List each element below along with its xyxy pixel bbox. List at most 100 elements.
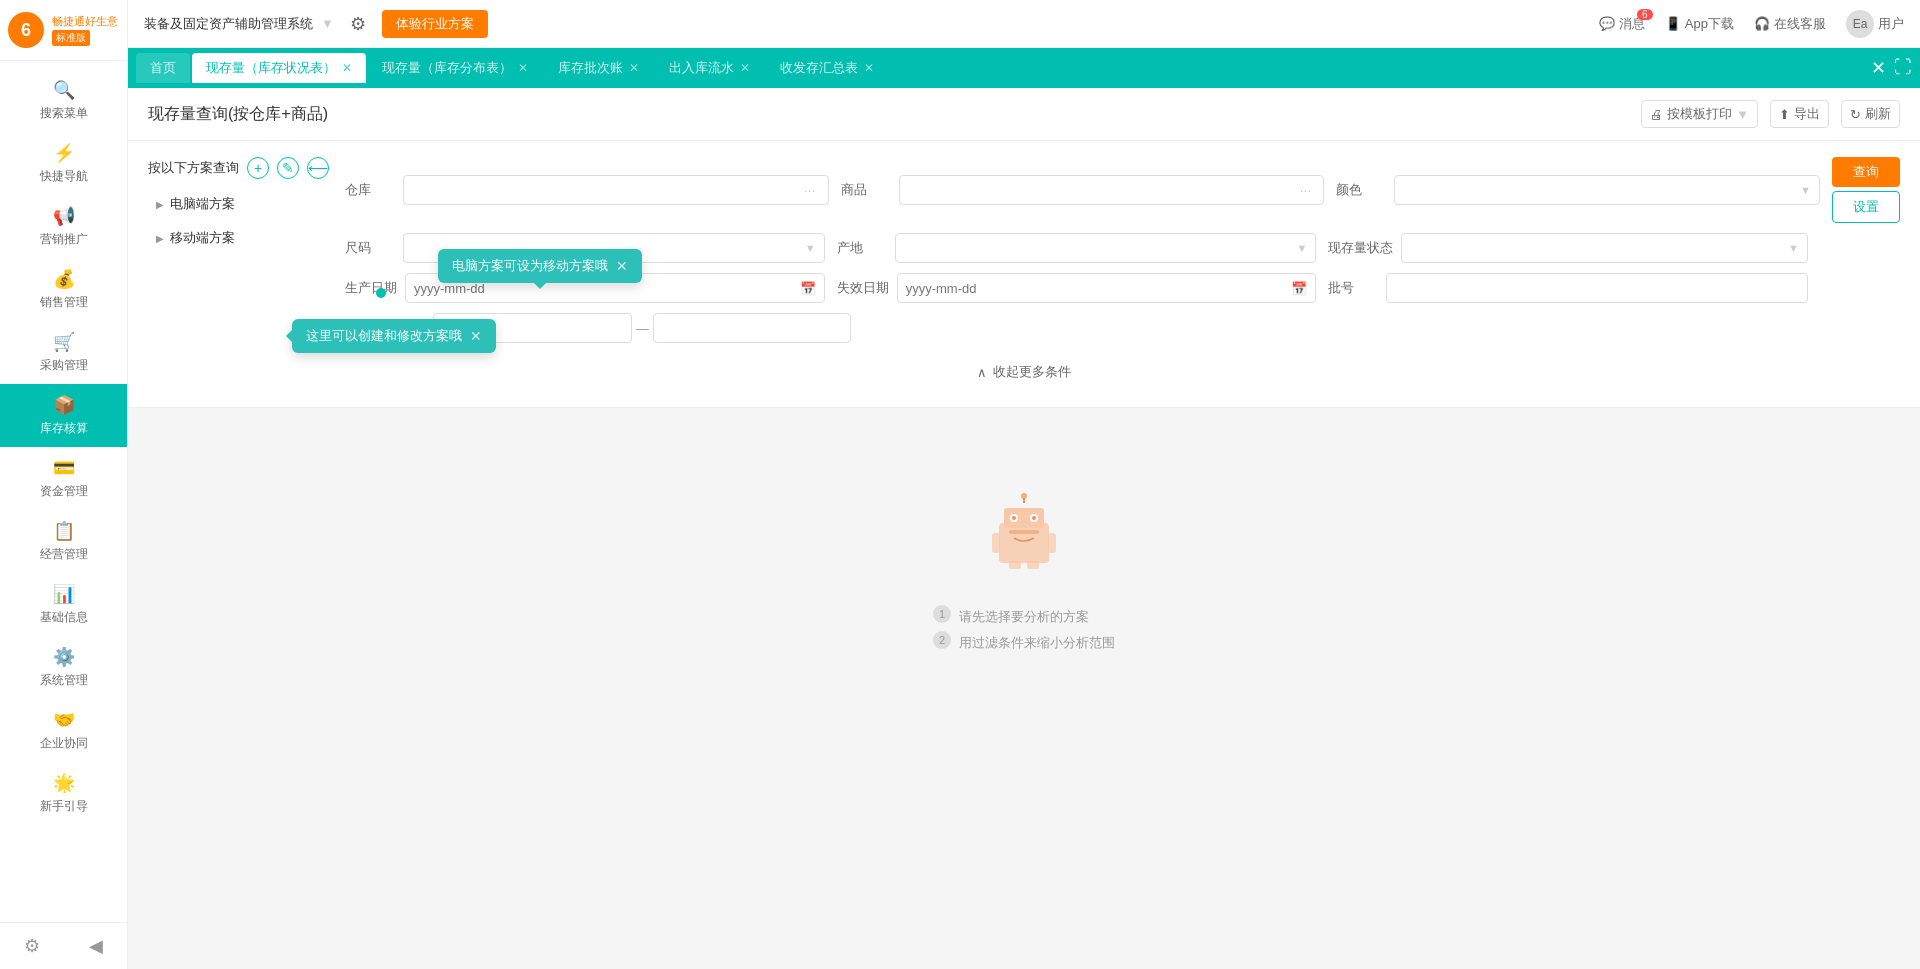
sidebar-item-purchase[interactable]: 🛒 采购管理 (0, 321, 127, 384)
avatar: Ea (1846, 10, 1874, 38)
warehouse-dots[interactable]: ··· (800, 182, 820, 198)
tooltip-edit-scheme: 这里可以创建和修改方案哦 ✕ (292, 319, 496, 353)
tabbar-actions: ✕ ⛶ (1871, 57, 1912, 79)
stock-max-input[interactable] (662, 321, 843, 336)
sidebar-item-marketing[interactable]: 📢 营销推广 (0, 195, 127, 258)
tab-close-batch-ledger[interactable]: ✕ (629, 61, 639, 75)
svg-point-8 (1021, 493, 1027, 499)
batch-field[interactable] (1386, 273, 1808, 303)
svg-rect-10 (1048, 533, 1056, 553)
sidebar-item-sales[interactable]: 💰 销售管理 (0, 258, 127, 321)
desktop-scheme-toggle[interactable]: ▶ 电脑端方案 (148, 191, 329, 217)
message-btn[interactable]: 💬 消息 6 (1599, 15, 1645, 33)
svg-rect-12 (1027, 561, 1039, 569)
sidebar-bottom: ⚙ ◀ (0, 922, 127, 969)
search-icon: 🔍 (53, 79, 75, 101)
industry-btn[interactable]: 体验行业方案 (382, 10, 488, 38)
message-icon: 💬 (1599, 16, 1615, 31)
chevron-right-icon: ▶ (156, 199, 164, 210)
tab-inventory-status[interactable]: 现存量（库存状况表） ✕ (192, 53, 366, 83)
color-select[interactable]: ▼ (1394, 175, 1820, 205)
edit-scheme-btn[interactable]: ✎ (277, 157, 299, 179)
mobile-scheme-toggle[interactable]: ▶ 移动端方案 (148, 225, 329, 251)
sidebar-item-inventory[interactable]: 📦 库存核算 (0, 384, 127, 447)
sidebar: 6 畅捷通好生意 标准版 🔍 搜索菜单 ⚡ 快捷导航 📢 营销推广 💰 销售管理… (0, 0, 128, 969)
sidebar-logo: 6 畅捷通好生意 标准版 (0, 0, 127, 61)
calendar-icon[interactable]: 📅 (800, 281, 816, 296)
tab-close-inventory-dist[interactable]: ✕ (518, 61, 528, 75)
desktop-schemes: ▶ 电脑端方案 (148, 191, 329, 217)
export-btn[interactable]: ⬆ 导出 (1770, 100, 1829, 128)
svg-point-5 (1032, 516, 1036, 520)
quicknav-icon: ⚡ (53, 142, 75, 164)
tab-home[interactable]: 首页 (136, 53, 190, 83)
tab-close-inventory-status[interactable]: ✕ (342, 61, 352, 75)
tab-inout-flow[interactable]: 出入库流水 ✕ (655, 53, 764, 83)
search-buttons: 查询 设置 (1832, 157, 1900, 223)
fullscreen-btn[interactable]: ⛶ (1894, 57, 1912, 79)
operations-icon: 📋 (53, 520, 75, 542)
calendar-icon2[interactable]: 📅 (1291, 281, 1307, 296)
sidebar-item-finance[interactable]: 💳 资金管理 (0, 447, 127, 510)
origin-select[interactable]: ▼ (895, 233, 1317, 263)
switch-scheme-btn[interactable]: ⟵ (307, 157, 329, 179)
close-all-tabs-btn[interactable]: ✕ (1871, 57, 1886, 79)
online-support-btn[interactable]: 🎧 在线客服 (1754, 15, 1826, 33)
goods-select[interactable]: ··· (899, 175, 1325, 205)
system-name[interactable]: 装备及固定资产辅助管理系统 ▼ (144, 15, 334, 33)
logo-text: 畅捷通好生意 标准版 (52, 14, 118, 46)
size-chevron-icon: ▼ (805, 242, 816, 254)
add-scheme-btn[interactable]: + (247, 157, 269, 179)
goods-dots[interactable]: ··· (1296, 182, 1316, 198)
collapse-button[interactable]: ◀ (89, 935, 103, 957)
tab-close-receive-summary[interactable]: ✕ (864, 61, 874, 75)
settings-icon[interactable]: ⚙ (350, 13, 366, 35)
tab-receive-summary[interactable]: 收发存汇总表 ✕ (766, 53, 888, 83)
svg-rect-6 (1009, 530, 1039, 534)
empty-step1: 1 请先选择要分析的方案 (933, 604, 1115, 630)
sidebar-item-enterprise[interactable]: 🤝 企业协同 (0, 699, 127, 762)
reset-btn[interactable]: 设置 (1832, 191, 1900, 223)
sidebar-item-search[interactable]: 🔍 搜索菜单 (0, 69, 127, 132)
dropdown-icon: ▼ (321, 16, 334, 31)
stock-status-select[interactable]: ▼ (1401, 233, 1808, 263)
filter-area: 按以下方案查询 + ✎ ⟵ ▶ 电脑端方案 (128, 141, 1920, 408)
collapse-more-btn[interactable]: ∧ 收起更多条件 (148, 353, 1900, 391)
stock-max-field[interactable] (653, 313, 852, 343)
filter-color: 颜色 ▼ (1336, 175, 1820, 205)
sidebar-item-operations[interactable]: 📋 经营管理 (0, 510, 127, 573)
tab-inventory-dist[interactable]: 现存量（库存分布表） ✕ (368, 53, 542, 83)
user-btn[interactable]: Ea 用户 (1846, 10, 1904, 38)
origin-chevron-icon: ▼ (1296, 242, 1307, 254)
print-btn[interactable]: 🖨 按模板打印 ▼ (1641, 100, 1758, 128)
svg-rect-9 (992, 533, 1000, 553)
warehouse-select[interactable]: ··· (403, 175, 829, 205)
sidebar-nav: 🔍 搜索菜单 ⚡ 快捷导航 📢 营销推广 💰 销售管理 🛒 采购管理 📦 库存核… (0, 61, 127, 922)
expire-date-input[interactable] (906, 281, 1288, 296)
empty-step2: 2 用过滤条件来缩小分析范围 (933, 630, 1115, 656)
print-icon: 🖨 (1650, 107, 1663, 122)
purchase-icon: 🛒 (53, 331, 75, 353)
sidebar-item-basic[interactable]: 📊 基础信息 (0, 573, 127, 636)
svg-point-4 (1012, 516, 1016, 520)
expire-date-field[interactable]: 📅 (897, 273, 1317, 303)
batch-input[interactable] (1395, 281, 1799, 296)
sidebar-item-guide[interactable]: 🌟 新手引导 (0, 762, 127, 825)
settings-button[interactable]: ⚙ (24, 935, 40, 957)
print-dropdown-icon: ▼ (1736, 107, 1749, 122)
tooltip-close-btn[interactable]: ✕ (616, 258, 628, 274)
filter-warehouse: 仓库 ··· (345, 175, 829, 205)
finance-icon: 💳 (53, 457, 75, 479)
sidebar-item-quicknav[interactable]: ⚡ 快捷导航 (0, 132, 127, 195)
svg-rect-11 (1009, 561, 1021, 569)
sidebar-item-system[interactable]: ⚙️ 系统管理 (0, 636, 127, 699)
app-download-btn[interactable]: 📱 App下载 (1665, 15, 1734, 33)
search-btn[interactable]: 查询 (1832, 157, 1900, 187)
tab-batch-ledger[interactable]: 库存批次账 ✕ (544, 53, 653, 83)
refresh-btn[interactable]: ↻ 刷新 (1841, 100, 1900, 128)
topbar-right: 💬 消息 6 📱 App下载 🎧 在线客服 Ea 用户 (1599, 10, 1904, 38)
tab-close-inout-flow[interactable]: ✕ (740, 61, 750, 75)
tooltip-dot (376, 288, 386, 298)
tabbar: 首页 现存量（库存状况表） ✕ 现存量（库存分布表） ✕ 库存批次账 ✕ 出入库… (128, 48, 1920, 88)
tooltip-edit-close-btn[interactable]: ✕ (470, 328, 482, 344)
